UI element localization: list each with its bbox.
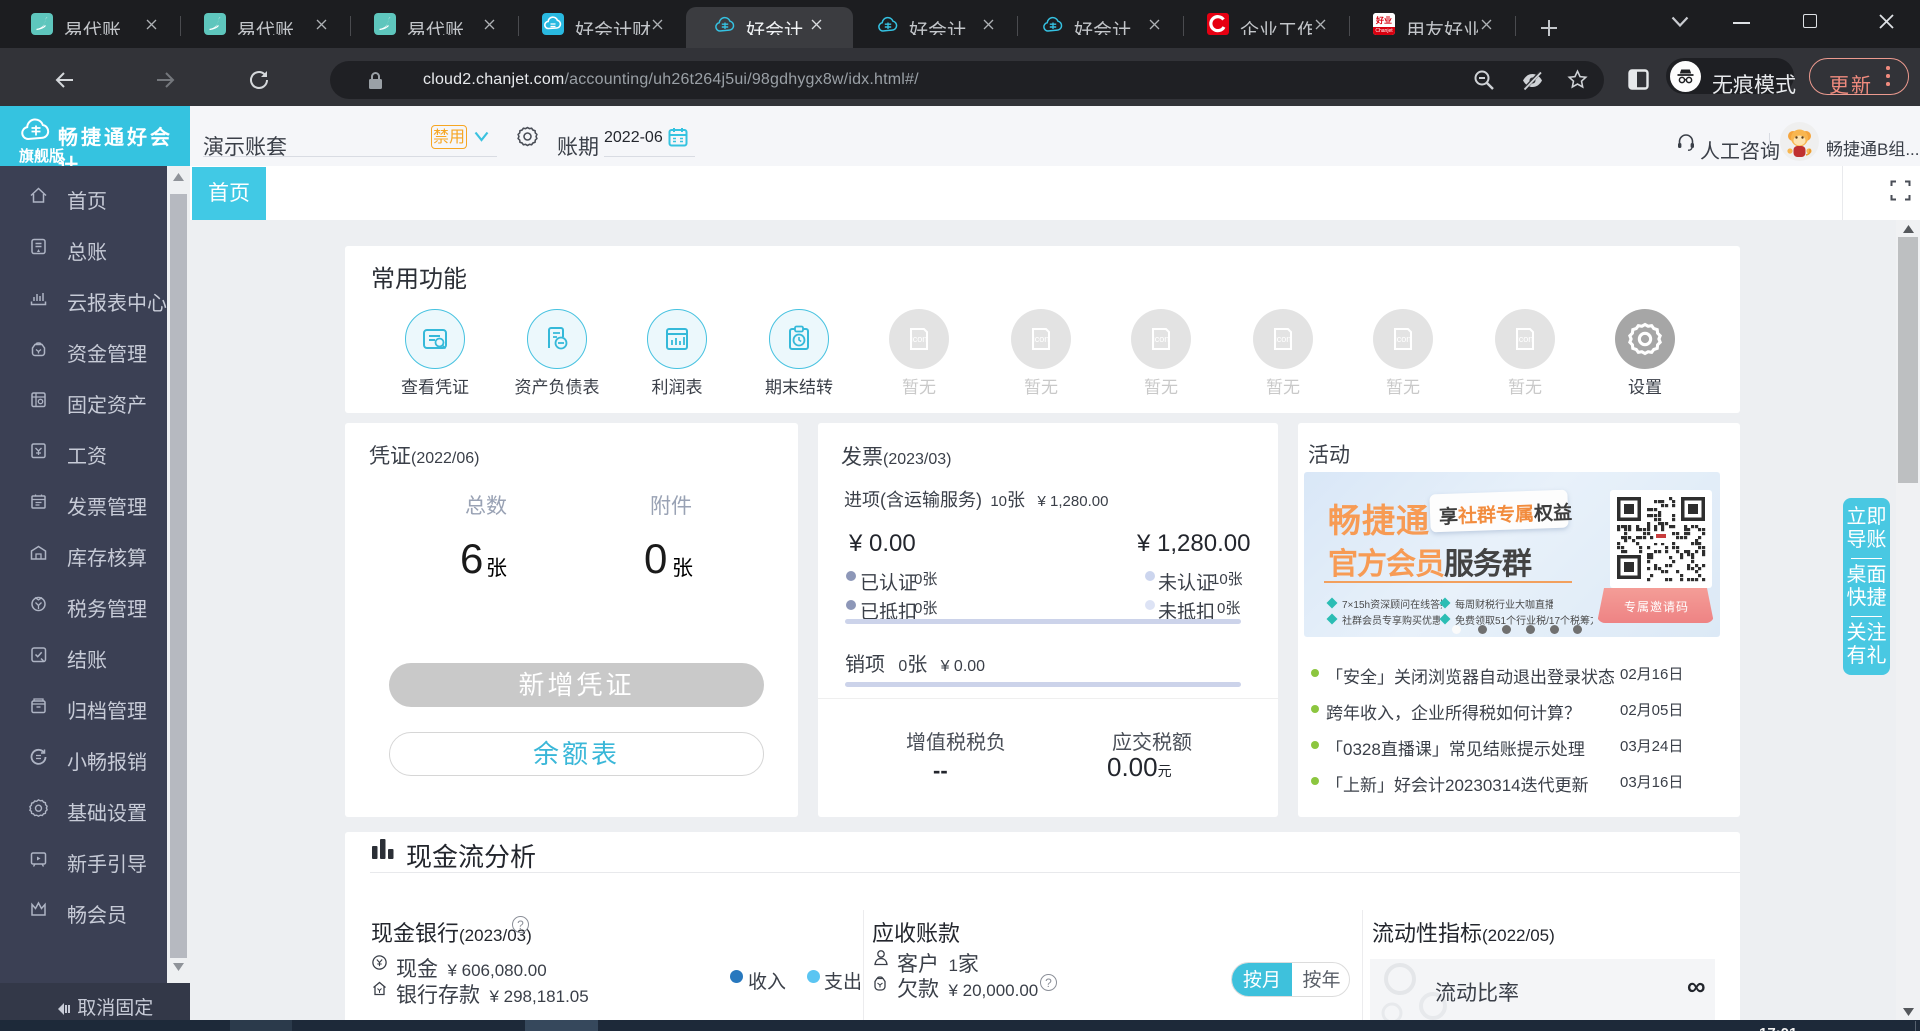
svg-text:icon: icon [1517, 334, 1534, 344]
svg-text:icon: icon [1275, 334, 1292, 344]
svg-text:icon: icon [1395, 334, 1412, 344]
svg-text:icon: icon [1033, 334, 1050, 344]
svg-text:icon: icon [911, 334, 928, 344]
svg-text:icon: icon [1153, 334, 1170, 344]
